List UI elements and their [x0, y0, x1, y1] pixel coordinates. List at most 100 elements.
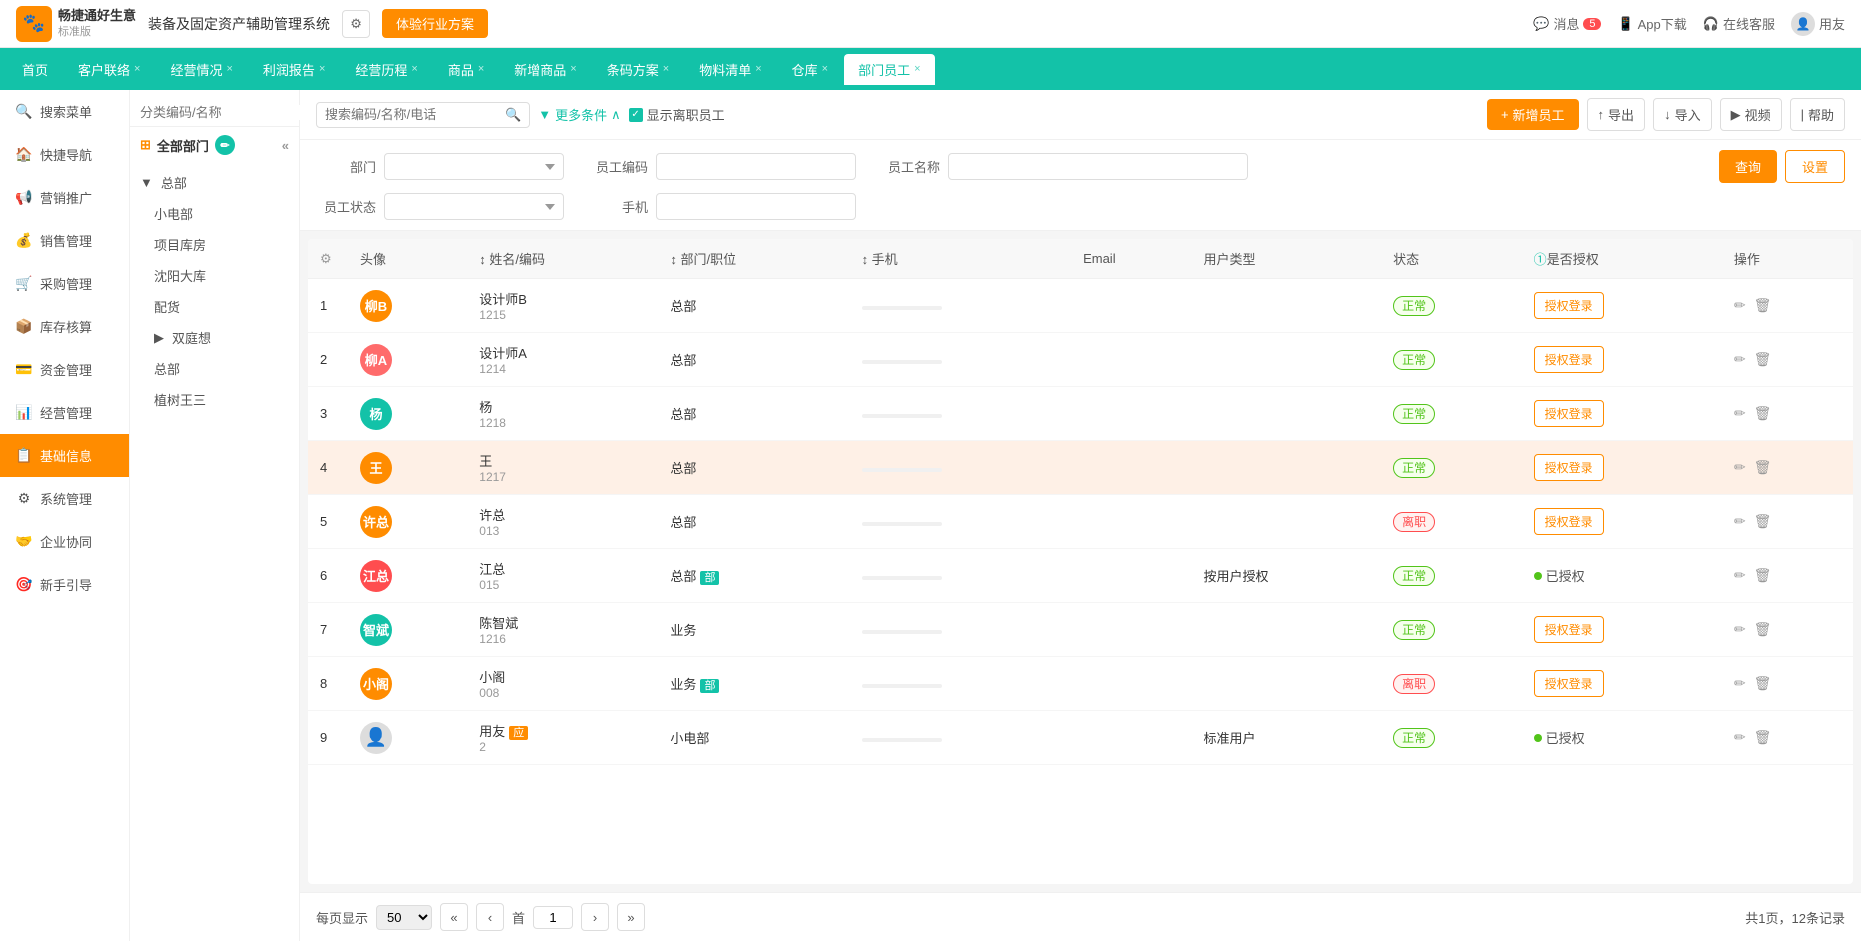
delete-icon[interactable]: 🗑: [1754, 567, 1772, 584]
dept-edit-icon[interactable]: ✏: [215, 135, 235, 155]
tab-bom[interactable]: 物料清单×: [685, 54, 775, 85]
tab-barcode[interactable]: 条码方案×: [593, 54, 683, 85]
sidebar-item-guide[interactable]: 🎯 新手引导: [0, 563, 129, 606]
sidebar-item-system[interactable]: ⚙ 系统管理: [0, 477, 129, 520]
user-action[interactable]: 👤 用友: [1791, 12, 1845, 36]
gear-button[interactable]: ⚙: [342, 10, 370, 38]
tab-home[interactable]: 首页: [8, 54, 62, 85]
sidebar-item-finance[interactable]: 💳 资金管理: [0, 348, 129, 391]
dept-node-shenyang[interactable]: 沈阳大库: [130, 260, 299, 291]
trial-button[interactable]: 体验行业方案: [382, 9, 488, 38]
sidebar-item-marketing[interactable]: 📢 营销推广: [0, 176, 129, 219]
last-page-btn[interactable]: »: [617, 903, 645, 931]
dept-node-peihuo[interactable]: 配货: [130, 291, 299, 322]
edit-icon[interactable]: ✏: [1734, 675, 1746, 692]
edit-icon[interactable]: ✏: [1734, 405, 1746, 422]
dept-node-zhishuwang[interactable]: 植树王三: [130, 384, 299, 415]
online-service-action[interactable]: 🎧 在线客服: [1703, 14, 1775, 33]
import-button[interactable]: ↓ 导入: [1653, 98, 1712, 131]
delete-icon[interactable]: 🗑: [1754, 405, 1772, 422]
phone-input[interactable]: [656, 193, 856, 220]
dept-node-shuangtingxiang[interactable]: ▶ 双庭想: [130, 322, 299, 353]
tab-history[interactable]: 经营历程×: [341, 54, 431, 85]
set-button[interactable]: 设置: [1785, 150, 1845, 183]
search-input[interactable]: [325, 107, 501, 122]
sidebar-item-sales[interactable]: 💰 销售管理: [0, 219, 129, 262]
edit-icon[interactable]: ✏: [1734, 351, 1746, 368]
page-input[interactable]: [533, 906, 573, 929]
page-size-select[interactable]: 50 100 200: [376, 905, 432, 930]
message-action[interactable]: 💬 消息 5: [1533, 14, 1601, 33]
edit-icon[interactable]: ✏: [1734, 513, 1746, 530]
auth-login-btn[interactable]: 授权登录: [1534, 292, 1604, 319]
sidebar-item-search[interactable]: 🔍 搜索菜单: [0, 90, 129, 133]
close-icon[interactable]: ×: [663, 63, 669, 75]
close-icon[interactable]: ×: [822, 63, 828, 75]
prev-page-btn[interactable]: ‹: [476, 903, 504, 931]
dept-search-input[interactable]: [140, 105, 316, 120]
delete-icon[interactable]: 🗑: [1754, 729, 1772, 746]
edit-icon[interactable]: ✏: [1734, 729, 1746, 746]
tab-warehouse[interactable]: 仓库×: [778, 54, 842, 85]
sidebar-item-quicknav[interactable]: 🏠 快捷导航: [0, 133, 129, 176]
settings-col[interactable]: ⚙: [308, 239, 348, 279]
tab-new-goods[interactable]: 新增商品×: [500, 54, 590, 85]
delete-icon[interactable]: 🗑: [1754, 621, 1772, 638]
delete-icon[interactable]: 🗑: [1754, 351, 1772, 368]
show-resigned-toggle[interactable]: ✓ 显示离职员工: [629, 105, 725, 124]
close-icon[interactable]: ×: [570, 63, 576, 75]
sidebar-item-collab[interactable]: 🤝 企业协同: [0, 520, 129, 563]
delete-icon[interactable]: 🗑: [1754, 513, 1772, 530]
sidebar-item-inventory[interactable]: 📦 库存核算: [0, 305, 129, 348]
delete-icon[interactable]: 🗑: [1754, 297, 1772, 314]
col-dept[interactable]: ↕ 部门/职位: [658, 239, 849, 279]
auth-login-btn[interactable]: 授权登录: [1534, 616, 1604, 643]
close-icon[interactable]: ×: [134, 63, 140, 75]
sidebar-item-purchase[interactable]: 🛒 采购管理: [0, 262, 129, 305]
auth-login-btn[interactable]: 授权登录: [1534, 670, 1604, 697]
col-phone[interactable]: ↕ 手机: [850, 239, 1072, 279]
query-button[interactable]: 查询: [1719, 150, 1777, 183]
dept-select[interactable]: [384, 153, 564, 180]
edit-icon[interactable]: ✏: [1734, 459, 1746, 476]
close-icon[interactable]: ×: [226, 63, 232, 75]
auth-login-btn[interactable]: 授权登录: [1534, 400, 1604, 427]
help-button[interactable]: | 帮助: [1790, 98, 1845, 131]
emp-name-input[interactable]: [948, 153, 1248, 180]
edit-icon[interactable]: ✏: [1734, 621, 1746, 638]
app-download-action[interactable]: 📱 App下载: [1617, 14, 1686, 33]
edit-icon[interactable]: ✏: [1734, 297, 1746, 314]
auth-login-btn[interactable]: 授权登录: [1534, 346, 1604, 373]
close-icon[interactable]: ×: [411, 63, 417, 75]
col-name[interactable]: ↕ 姓名/编码: [467, 239, 658, 279]
close-icon[interactable]: ×: [319, 63, 325, 75]
sidebar-item-basic[interactable]: 📋 基础信息: [0, 434, 129, 477]
auth-login-btn[interactable]: 授权登录: [1534, 454, 1604, 481]
view-button[interactable]: ▶ 视频: [1720, 98, 1782, 131]
dept-node-root[interactable]: ▼ 总部: [130, 167, 299, 198]
tab-goods[interactable]: 商品×: [434, 54, 498, 85]
emp-status-select[interactable]: [384, 193, 564, 220]
add-employee-button[interactable]: + 新增员工: [1487, 99, 1579, 130]
dept-node-zongbu[interactable]: 总部: [130, 353, 299, 384]
dept-collapse-icon[interactable]: «: [282, 138, 289, 153]
delete-icon[interactable]: 🗑: [1754, 459, 1772, 476]
sidebar-item-management[interactable]: 📊 经营管理: [0, 391, 129, 434]
edit-icon[interactable]: ✏: [1734, 567, 1746, 584]
delete-icon[interactable]: 🗑: [1754, 675, 1772, 692]
emp-code-input[interactable]: [656, 153, 856, 180]
first-page-btn[interactable]: «: [440, 903, 468, 931]
export-button[interactable]: ↑ 导出: [1587, 98, 1646, 131]
tab-operation[interactable]: 经营情况×: [156, 54, 246, 85]
more-filter-btn[interactable]: ▼ 更多条件 ∧: [538, 105, 620, 124]
close-icon[interactable]: ×: [478, 63, 484, 75]
dept-node-xiaodian[interactable]: 小电部: [130, 198, 299, 229]
tab-employees[interactable]: 部门员工×: [844, 54, 934, 85]
close-icon[interactable]: ×: [914, 63, 920, 75]
auth-login-btn[interactable]: 授权登录: [1534, 508, 1604, 535]
next-page-btn[interactable]: ›: [581, 903, 609, 931]
tab-customer[interactable]: 客户联络×: [64, 54, 154, 85]
dept-node-project[interactable]: 项目库房: [130, 229, 299, 260]
tab-profit[interactable]: 利润报告×: [249, 54, 339, 85]
close-icon[interactable]: ×: [755, 63, 761, 75]
